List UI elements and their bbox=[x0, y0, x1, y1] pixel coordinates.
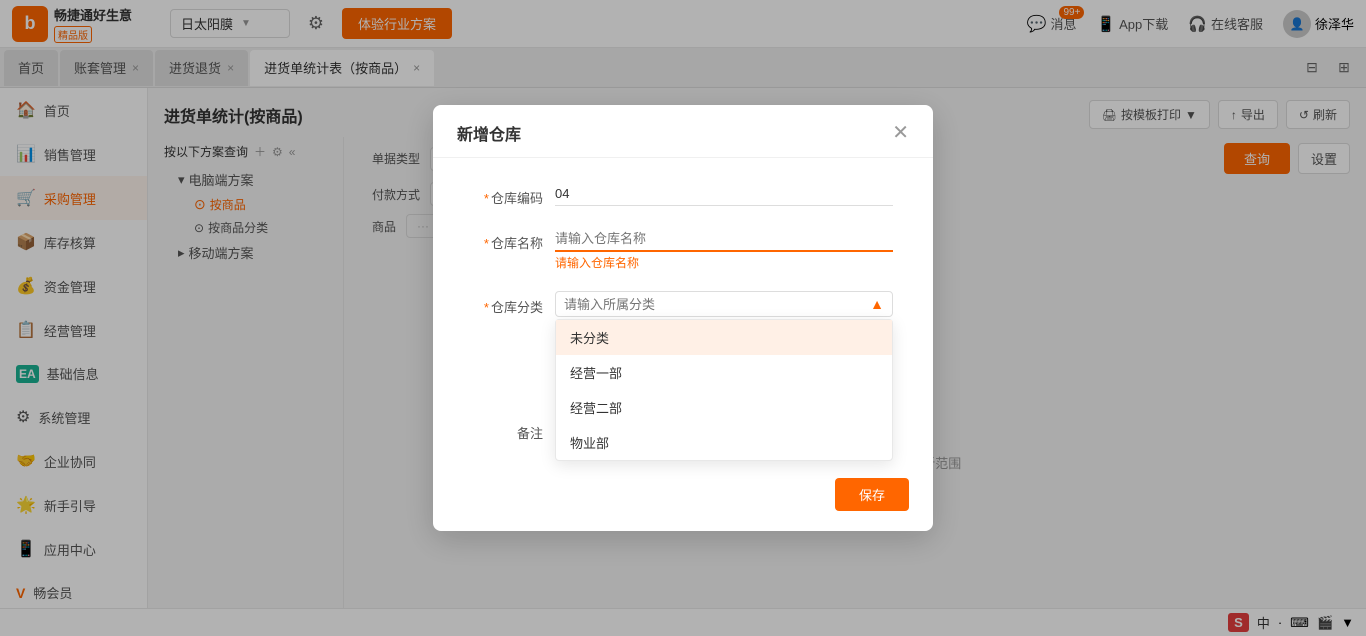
warehouse-name-field: *仓库名称 请输入仓库名称 bbox=[473, 227, 893, 271]
category-toggle-icon[interactable]: ▲ bbox=[870, 296, 884, 312]
category-input-wrap[interactable]: ▲ bbox=[555, 291, 893, 317]
modal-overlay: 新增仓库 ✕ *仓库编码 *仓库名称 请输入仓库名称 bbox=[0, 0, 1366, 636]
save-button[interactable]: 保存 bbox=[835, 478, 909, 511]
warehouse-code-field: *仓库编码 bbox=[473, 182, 893, 207]
modal-title: 新增仓库 bbox=[457, 121, 521, 145]
modal-close-icon[interactable]: ✕ bbox=[892, 123, 909, 143]
warehouse-code-wrapper bbox=[555, 182, 893, 206]
warehouse-category-label: *仓库分类 bbox=[473, 291, 543, 316]
dropdown-item-dept1[interactable]: 经营一部 bbox=[556, 355, 892, 390]
warehouse-category-field: *仓库分类 ▲ 未分类 经营一部 经营二部 物业部 bbox=[473, 291, 893, 317]
category-dropdown: 未分类 经营一部 经营二部 物业部 bbox=[555, 319, 893, 461]
warehouse-category-wrapper: ▲ 未分类 经营一部 经营二部 物业部 bbox=[555, 291, 893, 317]
dropdown-item-uncategorized[interactable]: 未分类 bbox=[556, 320, 892, 355]
remark-label: 备注 bbox=[473, 417, 543, 442]
required-star: * bbox=[484, 191, 489, 206]
warehouse-name-wrapper: 请输入仓库名称 bbox=[555, 227, 893, 271]
category-input[interactable] bbox=[564, 297, 870, 312]
warehouse-code-input[interactable] bbox=[555, 182, 893, 206]
warehouse-code-label: *仓库编码 bbox=[473, 182, 543, 207]
warehouse-name-input[interactable] bbox=[555, 227, 893, 252]
dropdown-item-dept2[interactable]: 经营二部 bbox=[556, 390, 892, 425]
modal-body: *仓库编码 *仓库名称 请输入仓库名称 *仓库分类 bbox=[433, 158, 933, 466]
warehouse-name-label: *仓库名称 bbox=[473, 227, 543, 252]
modal-footer: 保存 bbox=[433, 466, 933, 531]
warehouse-name-error: 请输入仓库名称 bbox=[555, 254, 893, 271]
modal-new-warehouse: 新增仓库 ✕ *仓库编码 *仓库名称 请输入仓库名称 bbox=[433, 105, 933, 531]
modal-header: 新增仓库 ✕ bbox=[433, 105, 933, 158]
dropdown-item-dept3[interactable]: 物业部 bbox=[556, 425, 892, 460]
